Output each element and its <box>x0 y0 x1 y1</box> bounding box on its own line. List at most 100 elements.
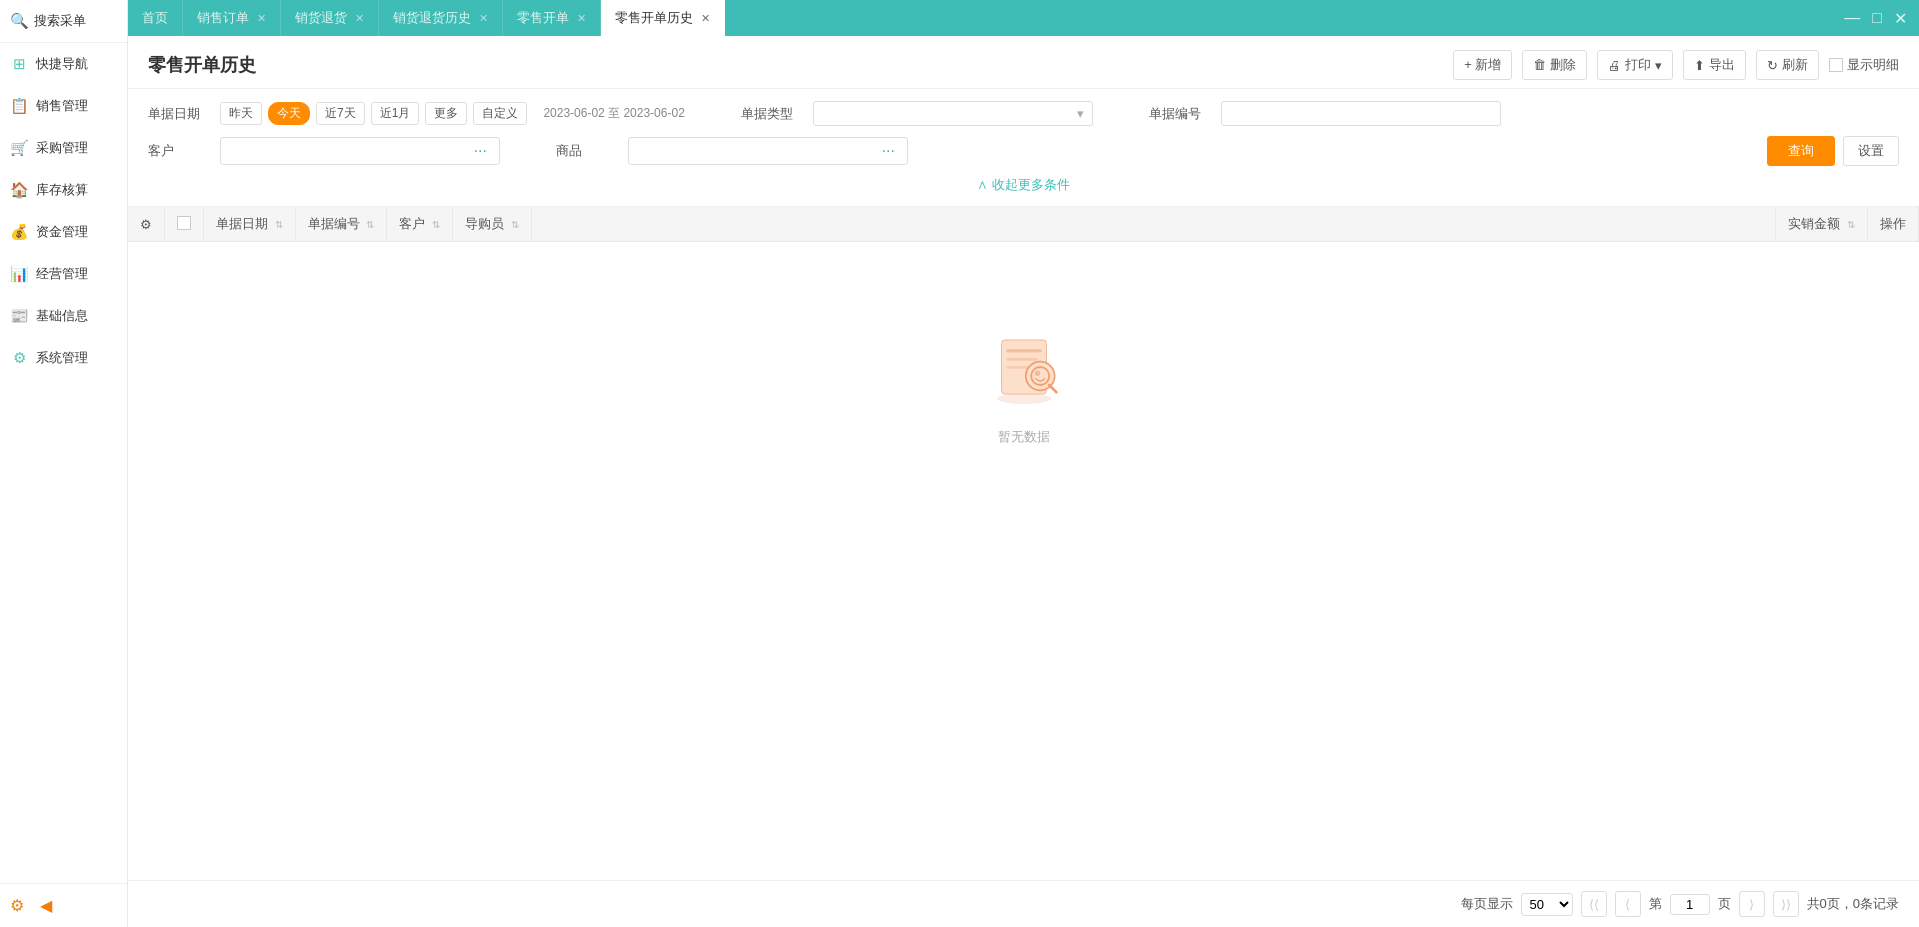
date-1month[interactable]: 近1月 <box>371 102 420 125</box>
svg-point-8 <box>1034 371 1039 376</box>
th-amount-sort[interactable]: ⇅ <box>1847 219 1855 230</box>
tab-retail-open[interactable]: 零售开单 ✕ <box>503 0 601 36</box>
date-yesterday[interactable]: 昨天 <box>220 102 262 125</box>
display-toggle-checkbox[interactable] <box>1829 58 1843 72</box>
print-dropdown-icon: ▾ <box>1655 58 1662 73</box>
doc-type-select[interactable]: ▾ <box>813 101 1093 126</box>
th-settings[interactable]: ⚙ <box>128 207 165 242</box>
tab-sales-return[interactable]: 销货退货 ✕ <box>281 0 379 36</box>
customer-select[interactable]: ··· <box>220 137 500 165</box>
tab-sales-return-history[interactable]: 销货退货历史 ✕ <box>379 0 503 36</box>
th-doc-date[interactable]: 单据日期 ⇅ <box>204 207 296 242</box>
window-controls: — □ ✕ <box>1832 0 1919 36</box>
column-settings-icon[interactable]: ⚙ <box>140 217 152 232</box>
empty-text: 暂无数据 <box>998 428 1050 446</box>
sidebar-item-label: 系统管理 <box>36 349 88 367</box>
sidebar-search[interactable]: 🔍 搜索采单 <box>0 0 127 43</box>
th-spacer <box>531 207 1776 242</box>
filter-row-1: 单据日期 昨天 今天 近7天 近1月 更多 自定义 2023-06-02 至 2… <box>148 101 1899 126</box>
sidebar-item-label: 基础信息 <box>36 307 88 325</box>
finance-icon: 💰 <box>10 223 28 241</box>
th-checkbox[interactable] <box>165 207 204 242</box>
date-more[interactable]: 更多 <box>425 102 467 125</box>
minimize-button[interactable]: — <box>1844 9 1860 27</box>
page-size-select[interactable]: 50 20 100 <box>1521 893 1573 916</box>
page-label: 第 <box>1649 895 1662 913</box>
purchase-icon: 🛒 <box>10 139 28 157</box>
svg-rect-2 <box>1006 349 1042 353</box>
refresh-button[interactable]: ↻ 刷新 <box>1756 50 1819 80</box>
sidebar-item-finance[interactable]: 💰 资金管理 <box>0 211 127 253</box>
th-customer[interactable]: 客户 ⇅ <box>387 207 453 242</box>
sidebar-item-inventory[interactable]: 🏠 库存核算 <box>0 169 127 211</box>
th-guide[interactable]: 导购员 ⇅ <box>452 207 531 242</box>
collapse-sidebar-icon[interactable]: ◀ <box>40 896 52 915</box>
select-all-checkbox[interactable] <box>177 216 191 230</box>
tab-sales-order-close[interactable]: ✕ <box>257 12 266 25</box>
display-toggle[interactable]: 显示明细 <box>1829 56 1899 74</box>
next-page-btn[interactable]: ⟩ <box>1739 891 1765 917</box>
date-7days[interactable]: 近7天 <box>316 102 365 125</box>
sales-icon: 📋 <box>10 97 28 115</box>
tab-retail-open-label: 零售开单 <box>517 9 569 27</box>
tab-sales-order[interactable]: 销售订单 ✕ <box>183 0 281 36</box>
goods-select[interactable]: ··· <box>628 137 908 165</box>
sidebar-item-operations[interactable]: 📊 经营管理 <box>0 253 127 295</box>
date-today[interactable]: 今天 <box>268 102 310 125</box>
date-custom[interactable]: 自定义 <box>473 102 527 125</box>
close-button[interactable]: ✕ <box>1894 9 1907 28</box>
th-guide-sort[interactable]: ⇅ <box>511 219 519 230</box>
customer-ellipsis[interactable]: ··· <box>470 142 491 160</box>
th-guide-label: 导购员 <box>465 216 504 231</box>
doc-type-label: 单据类型 <box>741 105 797 123</box>
th-actions: 操作 <box>1868 207 1919 242</box>
th-doc-no[interactable]: 单据编号 ⇅ <box>295 207 387 242</box>
doc-no-input[interactable] <box>1221 101 1501 126</box>
tab-home[interactable]: 首页 <box>128 0 183 36</box>
query-button[interactable]: 查询 <box>1767 136 1835 166</box>
svg-point-0 <box>997 393 1051 404</box>
content-area: 零售开单历史 + 新增 🗑 删除 🖨 打印 ▾ ⬆ 导出 ↻ 刷新 <box>128 36 1919 927</box>
tab-sales-return-label: 销货退货 <box>295 9 347 27</box>
tab-sales-order-label: 销售订单 <box>197 9 249 27</box>
th-doc-no-sort[interactable]: ⇅ <box>366 219 374 230</box>
print-button[interactable]: 🖨 打印 ▾ <box>1597 50 1673 80</box>
tab-retail-open-history[interactable]: 零售开单历史 ✕ <box>601 0 725 36</box>
th-amount[interactable]: 实销金额 ⇅ <box>1776 207 1868 242</box>
export-button[interactable]: ⬆ 导出 <box>1683 50 1746 80</box>
collapse-filter-btn[interactable]: ∧ 收起更多条件 <box>977 176 1070 194</box>
add-button[interactable]: + 新增 <box>1453 50 1512 80</box>
sidebar-item-basic-info[interactable]: 📰 基础信息 <box>0 295 127 337</box>
th-doc-no-label: 单据编号 <box>308 216 360 231</box>
last-page-btn[interactable]: ⟩⟩ <box>1773 891 1799 917</box>
prev-page-btn[interactable]: ⟨ <box>1615 891 1641 917</box>
tab-sales-return-close[interactable]: ✕ <box>355 12 364 25</box>
tab-retail-open-close[interactable]: ✕ <box>577 12 586 25</box>
tab-sales-return-history-close[interactable]: ✕ <box>479 12 488 25</box>
th-doc-date-sort[interactable]: ⇅ <box>275 219 283 230</box>
refresh-label: 刷新 <box>1782 56 1808 74</box>
tab-retail-open-history-label: 零售开单历史 <box>615 9 693 27</box>
sidebar-item-quick-nav[interactable]: ⊞ 快捷导航 <box>0 43 127 85</box>
sidebar-item-sales-mgmt[interactable]: 📋 销售管理 <box>0 85 127 127</box>
display-toggle-label: 显示明细 <box>1847 56 1899 74</box>
goods-ellipsis[interactable]: ··· <box>878 142 899 160</box>
inventory-icon: 🏠 <box>10 181 28 199</box>
th-customer-sort[interactable]: ⇅ <box>432 219 440 230</box>
settings-bottom-icon[interactable]: ⚙ <box>10 896 24 915</box>
sidebar-item-sys-mgmt[interactable]: ⚙ 系统管理 <box>0 337 127 379</box>
doc-type-dropdown-icon: ▾ <box>1077 106 1084 121</box>
delete-button[interactable]: 🗑 删除 <box>1522 50 1587 80</box>
sidebar-item-purchase-mgmt[interactable]: 🛒 采购管理 <box>0 127 127 169</box>
page-number-input[interactable] <box>1670 894 1710 915</box>
tab-retail-open-history-close[interactable]: ✕ <box>701 12 710 25</box>
sidebar-item-label: 资金管理 <box>36 223 88 241</box>
empty-state: 暂无数据 <box>128 242 1919 526</box>
first-page-btn[interactable]: ⟨⟨ <box>1581 891 1607 917</box>
th-doc-date-label: 单据日期 <box>216 216 268 231</box>
settings-button[interactable]: 设置 <box>1843 136 1899 166</box>
th-customer-label: 客户 <box>399 216 425 231</box>
th-amount-label: 实销金额 <box>1788 216 1840 231</box>
maximize-button[interactable]: □ <box>1872 9 1882 27</box>
print-label: 打印 <box>1625 56 1651 74</box>
